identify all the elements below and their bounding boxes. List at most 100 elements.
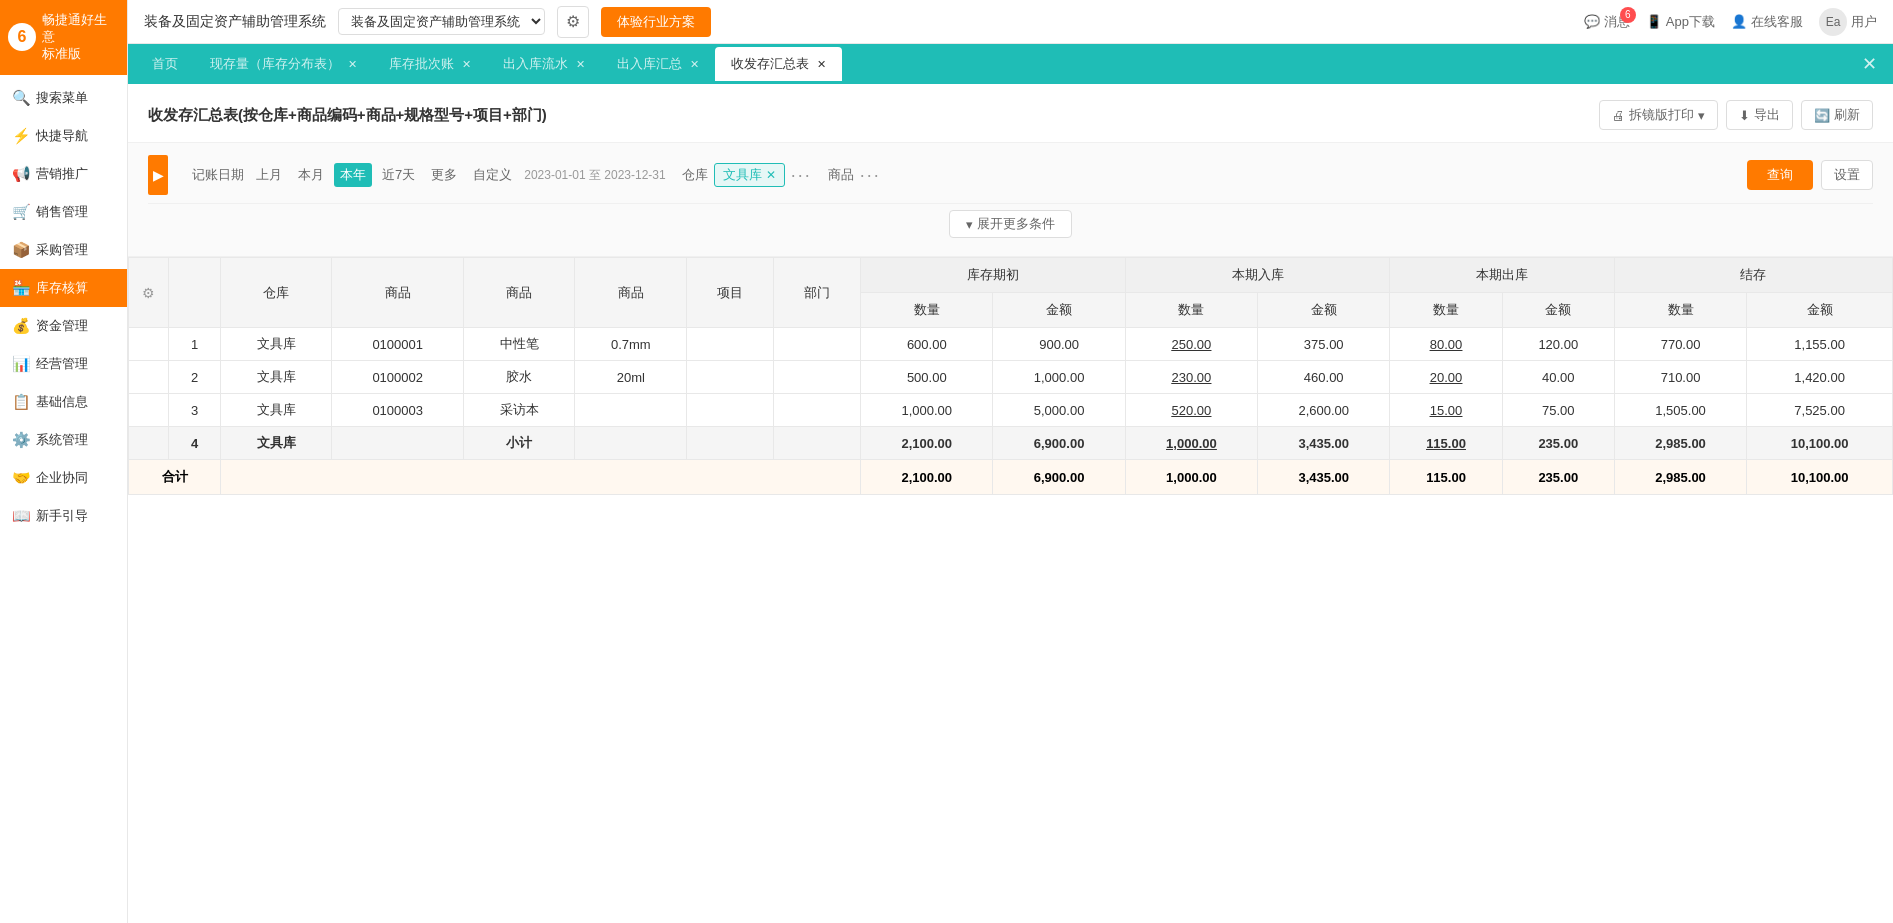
row-no: 4 <box>169 427 221 460</box>
print-button[interactable]: 🖨 拆镜版打印 ▾ <box>1599 100 1718 130</box>
date-btn-本月[interactable]: 本月 <box>292 163 330 187</box>
date-btn-本年[interactable]: 本年 <box>334 163 372 187</box>
col-in-amt: 金额 <box>1258 293 1390 328</box>
row-project <box>687 361 774 394</box>
tab-close-inout-summary[interactable]: ✕ <box>690 58 699 71</box>
tab-close-stock-dist[interactable]: ✕ <box>348 58 357 71</box>
avatar: Ea <box>1819 8 1847 36</box>
row-out-amt: 120.00 <box>1502 328 1614 361</box>
message-button[interactable]: 💬 消息 6 <box>1584 13 1630 31</box>
date-filter: 记账日期 上月本月本年近7天更多自定义 2023-01-01 至 2023-12… <box>192 163 666 187</box>
basic-icon: 📋 <box>12 393 30 411</box>
footer-balance-qty: 2,985.00 <box>1614 460 1746 495</box>
row-balance-amt: 10,100.00 <box>1747 427 1893 460</box>
row-goods-code <box>332 427 464 460</box>
topbar-right: 💬 消息 6 📱 App下载 👤 在线客服 Ea 用户 <box>1584 8 1877 36</box>
export-icon: ⬇ <box>1739 108 1750 123</box>
sidebar-item-inventory[interactable]: 🏪库存核算 <box>0 269 127 307</box>
col-project: 项目 <box>687 258 774 328</box>
sidebar-item-quick[interactable]: ⚡快捷导航 <box>0 117 127 155</box>
warehouse-label: 仓库 <box>682 166 708 184</box>
row-balance-qty: 2,985.00 <box>1614 427 1746 460</box>
col-balance-qty: 数量 <box>1614 293 1746 328</box>
sidebar-label-basic: 基础信息 <box>36 393 88 411</box>
tab-batch[interactable]: 库存批次账 ✕ <box>373 47 487 81</box>
date-btn-近7天[interactable]: 近7天 <box>376 163 421 187</box>
tab-label-batch: 库存批次账 <box>389 55 454 73</box>
row-in-qty[interactable]: 1,000.00 <box>1125 427 1257 460</box>
sidebar-item-enterprise[interactable]: 🤝企业协同 <box>0 459 127 497</box>
sidebar-item-sales[interactable]: 🛒销售管理 <box>0 193 127 231</box>
row-out-qty[interactable]: 20.00 <box>1390 361 1502 394</box>
tab-close-inout-flow[interactable]: ✕ <box>576 58 585 71</box>
row-goods-code: 0100001 <box>332 328 464 361</box>
trial-button[interactable]: 体验行业方案 <box>601 7 711 37</box>
row-opening-qty: 600.00 <box>861 328 993 361</box>
refresh-icon: 🔄 <box>1814 108 1830 123</box>
tab-close-recv-summary[interactable]: ✕ <box>817 58 826 71</box>
tab-label-stock-dist: 现存量（库存分布表） <box>210 55 340 73</box>
app-logo: 6 <box>8 23 36 51</box>
sidebar-item-purchase[interactable]: 📦采购管理 <box>0 231 127 269</box>
data-table: ⚙ 仓库 商品 商品 商品 项目 部门 库存期初 本期入库 本期出库 结存 <box>128 257 1893 495</box>
settings-gear-button[interactable]: ⚙ <box>557 6 589 38</box>
sidebar-item-operations[interactable]: 📊经营管理 <box>0 345 127 383</box>
filter-toggle[interactable]: ▶ <box>148 155 168 195</box>
col-goods-spec: 商品 <box>575 258 687 328</box>
user-label: 用户 <box>1851 13 1877 31</box>
tab-close-batch[interactable]: ✕ <box>462 58 471 71</box>
expand-filter-button[interactable]: ▾ 展开更多条件 <box>949 210 1072 238</box>
online-service-button[interactable]: 👤 在线客服 <box>1731 13 1803 31</box>
quick-icon: ⚡ <box>12 127 30 145</box>
warehouse-more[interactable]: ··· <box>791 165 812 186</box>
tab-inout-summary[interactable]: 出入库汇总✕ <box>601 47 715 81</box>
sidebar-item-system[interactable]: ⚙️系统管理 <box>0 421 127 459</box>
sidebar-label-finance: 资金管理 <box>36 317 88 335</box>
date-btn-更多[interactable]: 更多 <box>425 163 463 187</box>
data-table-wrap: ⚙ 仓库 商品 商品 商品 项目 部门 库存期初 本期入库 本期出库 结存 <box>128 257 1893 495</box>
refresh-button[interactable]: 🔄 刷新 <box>1801 100 1873 130</box>
sidebar-item-marketing[interactable]: 📢营销推广 <box>0 155 127 193</box>
table-settings-button[interactable]: 设置 <box>1821 160 1873 190</box>
row-in-qty[interactable]: 520.00 <box>1125 394 1257 427</box>
table-row: 3文具库0100003采访本1,000.005,000.00520.002,60… <box>129 394 1893 427</box>
goods-more[interactable]: ··· <box>860 165 881 186</box>
sidebar-item-basic[interactable]: 📋 基础信息 <box>0 383 127 421</box>
table-row: 4文具库小计2,100.006,900.001,000.003,435.0011… <box>129 427 1893 460</box>
row-out-qty[interactable]: 80.00 <box>1390 328 1502 361</box>
row-in-qty[interactable]: 230.00 <box>1125 361 1257 394</box>
row-out-qty[interactable]: 15.00 <box>1390 394 1502 427</box>
date-btn-上月[interactable]: 上月 <box>250 163 288 187</box>
date-label: 记账日期 <box>192 166 244 184</box>
system-name: 装备及固定资产辅助管理系统 <box>144 13 326 31</box>
warehouse-tag-close[interactable]: ✕ <box>766 168 776 182</box>
row-warehouse: 文具库 <box>221 361 332 394</box>
tab-stock-dist[interactable]: 现存量（库存分布表） ✕ <box>194 47 373 81</box>
row-no: 1 <box>169 328 221 361</box>
export-button[interactable]: ⬇ 导出 <box>1726 100 1793 130</box>
table-row: 2文具库0100002胶水20ml500.001,000.00230.00460… <box>129 361 1893 394</box>
page-header: 收发存汇总表(按仓库+商品编码+商品+规格型号+项目+部门) 🖨 拆镜版打印 ▾… <box>128 84 1893 143</box>
row-goods-code: 0100002 <box>332 361 464 394</box>
row-out-qty[interactable]: 115.00 <box>1390 427 1502 460</box>
row-warehouse: 文具库 <box>221 427 332 460</box>
date-btn-自定义[interactable]: 自定义 <box>467 163 518 187</box>
tab-inout-flow[interactable]: 出入库流水✕ <box>487 47 601 81</box>
search-button[interactable]: 查询 <box>1747 160 1813 190</box>
sidebar-item-search[interactable]: 🔍搜索菜单 <box>0 79 127 117</box>
app-download-button[interactable]: 📱 App下载 <box>1646 13 1715 31</box>
sidebar-nav: 🔍搜索菜单⚡快捷导航📢营销推广🛒销售管理📦采购管理🏪库存核算💰资金管理📊经营管理… <box>0 75 127 923</box>
tab-home[interactable]: 首页 <box>136 47 194 81</box>
user-button[interactable]: Ea 用户 <box>1819 8 1877 36</box>
column-settings-icon[interactable]: ⚙ <box>142 285 155 301</box>
topbar: 装备及固定资产辅助管理系统 装备及固定资产辅助管理系统 ⚙ 体验行业方案 💬 消… <box>128 0 1893 44</box>
tabbar-close-all[interactable]: ✕ <box>1854 53 1885 75</box>
sidebar-item-finance[interactable]: 💰资金管理 <box>0 307 127 345</box>
sidebar-label-guide: 新手引导 <box>36 507 88 525</box>
sidebar-item-guide[interactable]: 📖新手引导 <box>0 497 127 535</box>
row-goods-name: 小计 <box>464 427 575 460</box>
row-in-qty[interactable]: 250.00 <box>1125 328 1257 361</box>
system-select[interactable]: 装备及固定资产辅助管理系统 <box>338 8 545 35</box>
row-dept <box>774 394 861 427</box>
tab-recv-summary[interactable]: 收发存汇总表✕ <box>715 47 842 81</box>
